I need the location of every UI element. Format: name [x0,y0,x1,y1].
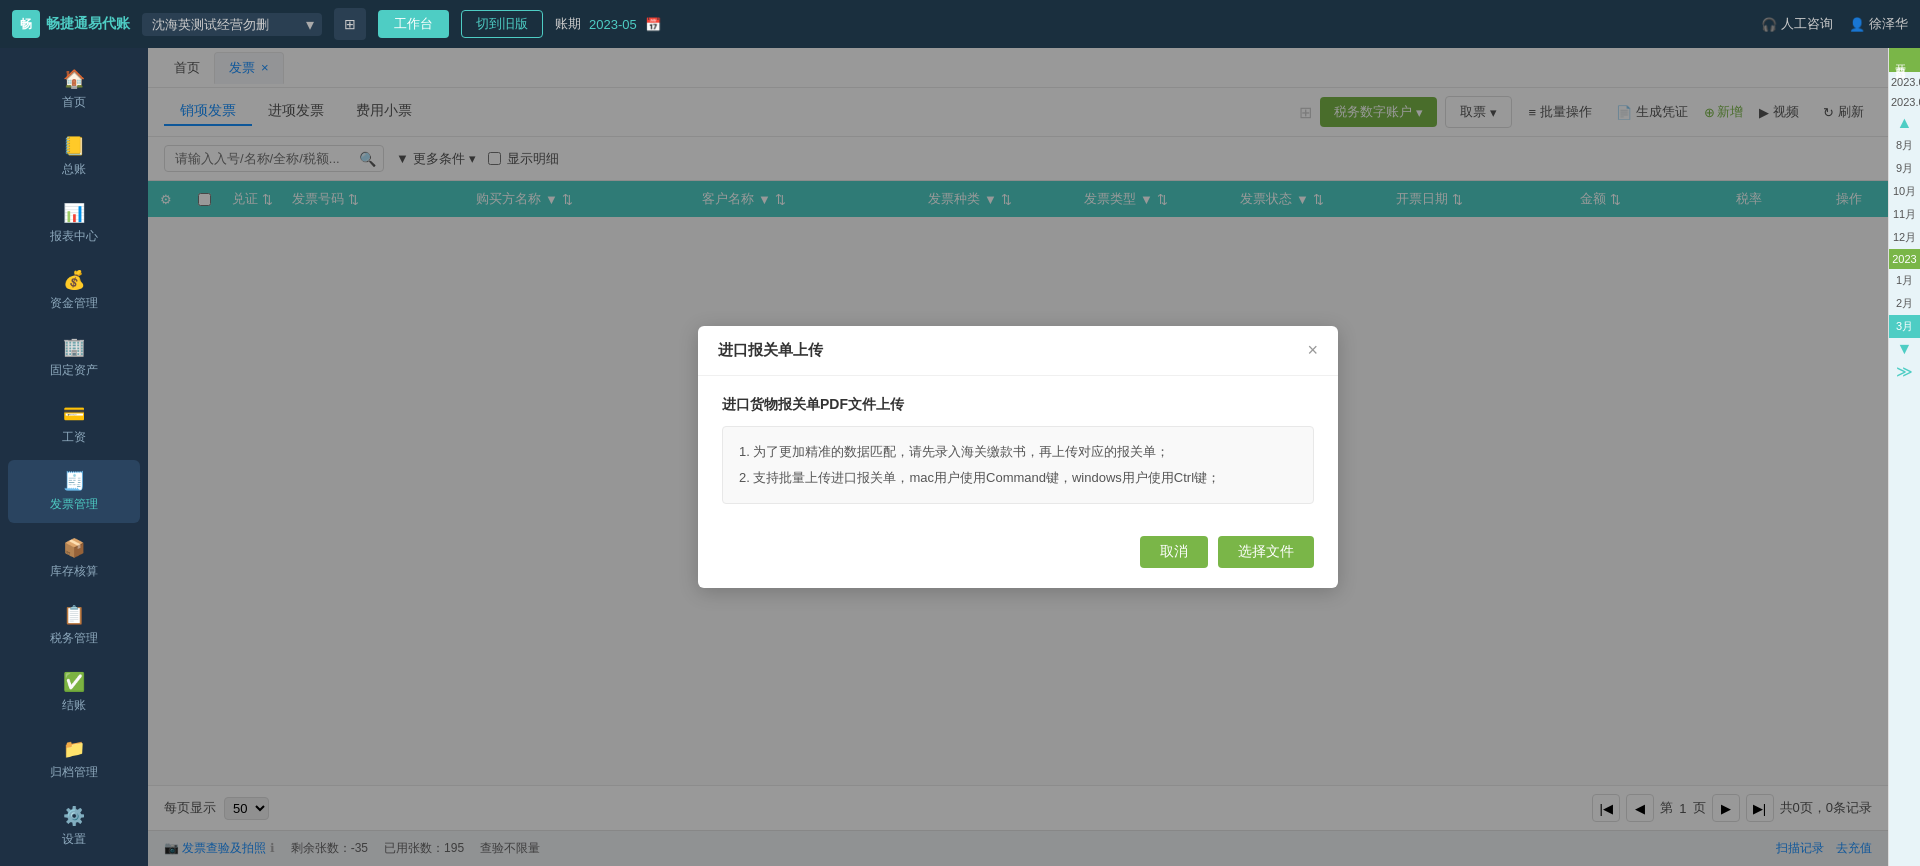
sidebar-label-closing: 结账 [62,697,86,714]
home-icon: 🏠 [63,68,85,90]
period-nav-up[interactable]: ▲ [1889,112,1920,134]
modal-upload-title: 进口货物报关单PDF文件上传 [722,396,1314,414]
modal-info-line1: 1. 为了更加精准的数据匹配，请先录入海关缴款书，再上传对应的报关单； [739,439,1297,465]
period-2023-03-1[interactable]: 2023.03 [1889,72,1920,92]
sidebar-item-ledger[interactable]: 📒 总账 [8,125,140,188]
sidebar-item-closing[interactable]: ✅ 结账 [8,661,140,724]
inventory-icon: 📦 [63,537,85,559]
help-icon: 🎧 [1761,17,1777,32]
modal-info-line2: 2. 支持批量上传进口报关单，mac用户使用Command键，windows用户… [739,465,1297,491]
sidebar-label-home: 首页 [62,94,86,111]
sidebar-label-inventory: 库存核算 [50,563,98,580]
period-year-2023[interactable]: 2023 [1889,249,1920,269]
ledger-icon: 📒 [63,135,85,157]
invoice-icon: 🧾 [63,470,85,492]
calendar-icon[interactable]: 📅 [645,17,661,32]
modal-header: 进口报关单上传 × [698,326,1338,376]
reports-icon: 📊 [63,202,85,224]
closing-icon: ✅ [63,671,85,693]
help-button[interactable]: 🎧 人工咨询 [1761,15,1833,33]
sidebar-item-home[interactable]: 🏠 首页 [8,58,140,121]
period-2[interactable]: 2月 [1889,292,1920,315]
sidebar-label-payroll: 工资 [62,429,86,446]
modal-footer: 取消 选择文件 [698,524,1338,588]
period-nav-down[interactable]: ▼ [1889,338,1920,360]
main-layout: 🏠 首页 📒 总账 📊 报表中心 💰 资金管理 🏢 固定资产 💳 工资 🧾 发票… [0,48,1920,866]
modal-cancel-button[interactable]: 取消 [1140,536,1208,568]
funds-icon: 💰 [63,269,85,291]
modal-body: 进口货物报关单PDF文件上传 1. 为了更加精准的数据匹配，请先录入海关缴款书，… [698,376,1338,524]
right-panel: 开票日期 2023.03 2023.03 ▲ 8月 9月 10月 11月 12月… [1888,48,1920,866]
user-icon: 👤 [1849,17,1865,32]
settings-icon: ⚙️ [63,805,85,827]
modal-info-box: 1. 为了更加精准的数据匹配，请先录入海关缴款书，再上传对应的报关单； 2. 支… [722,426,1314,504]
modal-title: 进口报关单上传 [718,341,823,360]
sidebar-item-invoice[interactable]: 🧾 发票管理 [8,460,140,523]
sidebar-label-funds: 资金管理 [50,295,98,312]
topbar-right: 🎧 人工咨询 👤 徐泽华 [1761,15,1908,33]
sidebar-item-assets[interactable]: 🏢 固定资产 [8,326,140,389]
period-2023-03-2[interactable]: 2023.03 [1889,92,1920,112]
sidebar-label-archive: 归档管理 [50,764,98,781]
sidebar-item-archive[interactable]: 📁 归档管理 [8,728,140,791]
payroll-icon: 💳 [63,403,85,425]
sidebar-item-funds[interactable]: 💰 资金管理 [8,259,140,322]
period-11[interactable]: 11月 [1889,203,1920,226]
company-selector-wrapper[interactable]: 沈海英测试经营勿删 [142,13,322,36]
sidebar-item-settings[interactable]: ⚙️ 设置 [8,795,140,858]
sidebar-label-reports: 报表中心 [50,228,98,245]
sidebar: 🏠 首页 📒 总账 📊 报表中心 💰 资金管理 🏢 固定资产 💳 工资 🧾 发票… [0,48,148,866]
modal-overlay: 进口报关单上传 × 进口货物报关单PDF文件上传 1. 为了更加精准的数据匹配，… [148,48,1888,866]
company-selector[interactable]: 沈海英测试经营勿删 [142,13,322,36]
sidebar-item-payroll[interactable]: 💳 工资 [8,393,140,456]
period-10[interactable]: 10月 [1889,180,1920,203]
content-area: 首页 发票 × 销项发票 进项发票 费用小票 ⊞ 税务数字账户 ▾ 取票 [148,48,1888,866]
app-logo: 畅 畅捷通易代账 [12,10,130,38]
topbar-copy-icon[interactable]: ⊞ [334,8,366,40]
sidebar-item-guide[interactable]: 🎯 新手引导 [8,862,140,866]
tax-icon: 📋 [63,604,85,626]
panel-expand-icon[interactable]: ≫ [1889,360,1920,383]
right-panel-header[interactable]: 开票日期 [1889,48,1920,72]
period-label: 账期 2023-05 📅 [555,15,661,33]
sidebar-label-tax: 税务管理 [50,630,98,647]
sidebar-label-settings: 设置 [62,831,86,848]
sidebar-label-invoice: 发票管理 [50,496,98,513]
assets-icon: 🏢 [63,336,85,358]
period-8[interactable]: 8月 [1889,134,1920,157]
period-3[interactable]: 3月 [1889,315,1920,338]
period-12[interactable]: 12月 [1889,226,1920,249]
period-9[interactable]: 9月 [1889,157,1920,180]
switch-old-button[interactable]: 切到旧版 [461,10,543,38]
archive-icon: 📁 [63,738,85,760]
sidebar-label-assets: 固定资产 [50,362,98,379]
sidebar-item-tax[interactable]: 📋 税务管理 [8,594,140,657]
modal-select-file-button[interactable]: 选择文件 [1218,536,1314,568]
sidebar-item-inventory[interactable]: 📦 库存核算 [8,527,140,590]
modal-dialog: 进口报关单上传 × 进口货物报关单PDF文件上传 1. 为了更加精准的数据匹配，… [698,326,1338,588]
sidebar-item-reports[interactable]: 📊 报表中心 [8,192,140,255]
topbar: 畅 畅捷通易代账 沈海英测试经营勿删 ⊞ 工作台 切到旧版 账期 2023-05… [0,0,1920,48]
user-menu[interactable]: 👤 徐泽华 [1849,15,1908,33]
period-1[interactable]: 1月 [1889,269,1920,292]
app-title: 畅捷通易代账 [46,15,130,33]
sidebar-label-ledger: 总账 [62,161,86,178]
workspace-button[interactable]: 工作台 [378,10,449,38]
modal-close-button[interactable]: × [1307,340,1318,361]
logo-icon: 畅 [12,10,40,38]
